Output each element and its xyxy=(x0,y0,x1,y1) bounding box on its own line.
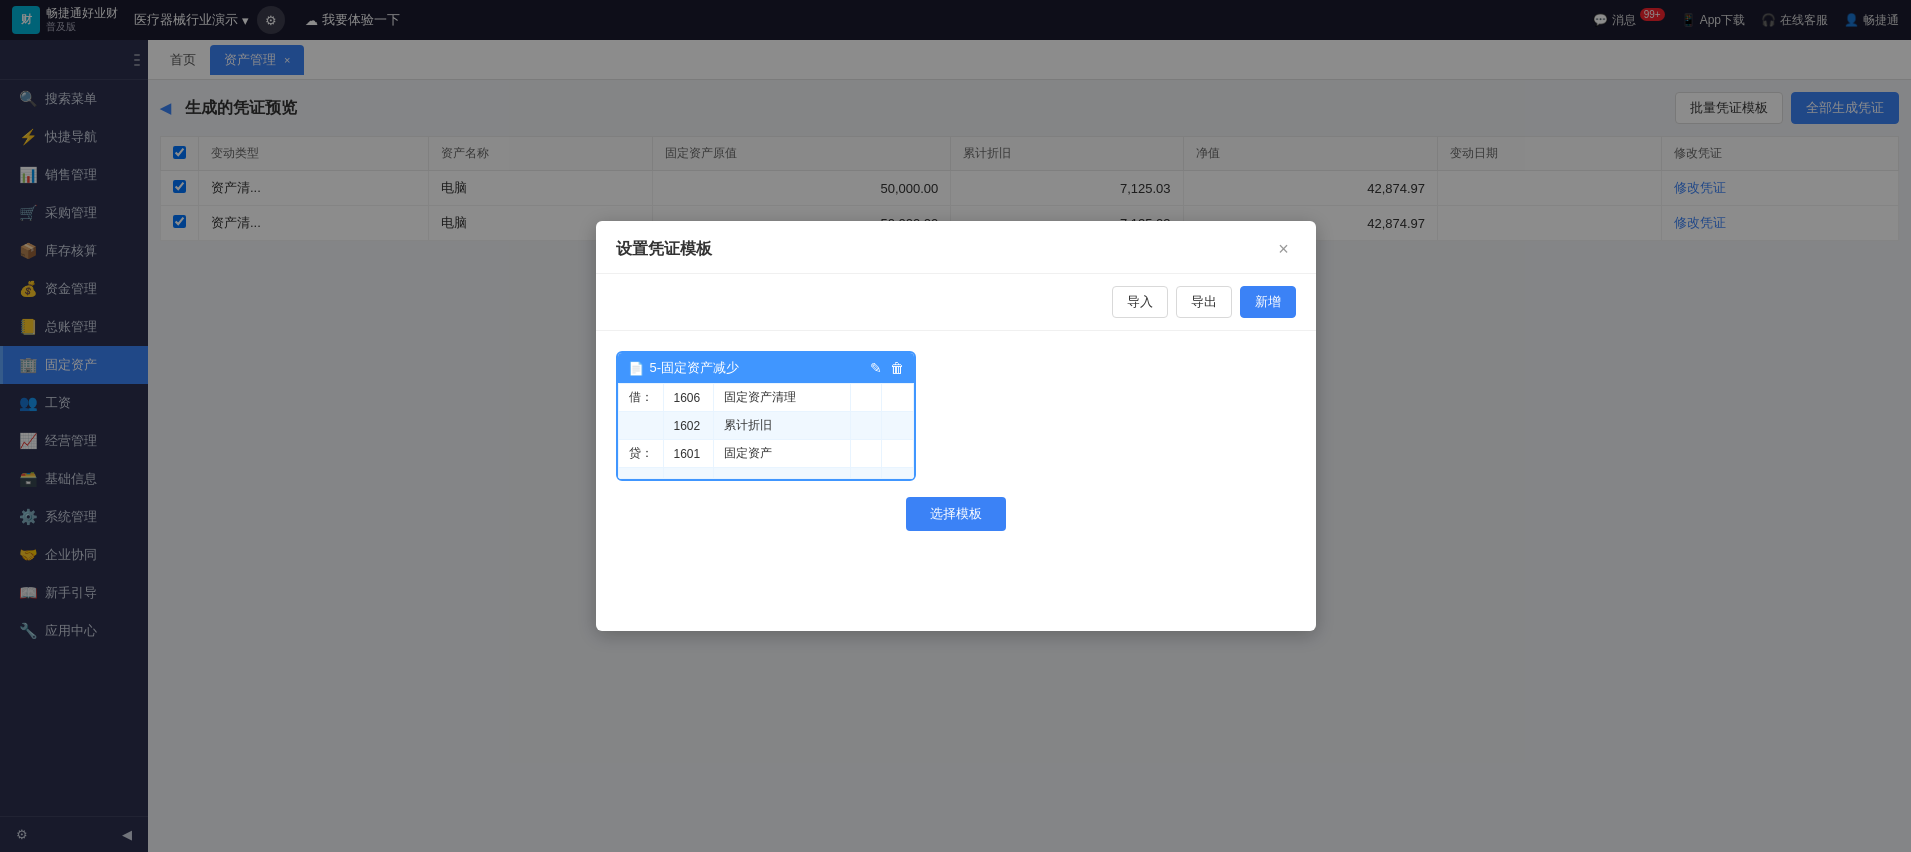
template-entry-empty xyxy=(618,468,913,479)
entry-code-2: 1602 xyxy=(663,412,713,440)
entry-name-3: 固定资产 xyxy=(713,440,851,468)
template-edit-icon[interactable]: ✎ xyxy=(870,360,882,376)
template-card-header: 📄 5-固定资产减少 ✎ 🗑 xyxy=(618,353,914,383)
entry-name-1: 固定资产清理 xyxy=(713,384,851,412)
template-entry-2: 1602 累计折旧 xyxy=(618,412,913,440)
entry-side-1: 借： xyxy=(618,384,663,412)
entry-name-2: 累计折旧 xyxy=(713,412,851,440)
select-template-button[interactable]: 选择模板 xyxy=(906,497,1006,531)
template-file-icon: 📄 xyxy=(628,361,644,376)
new-template-button[interactable]: 新增 xyxy=(1240,286,1296,318)
template-dialog: 设置凭证模板 × 导入 导出 新增 📄 5-固定资产减少 ✎ 🗑 xyxy=(596,221,1316,631)
template-card-body: 借： 1606 固定资产清理 1602 累计折旧 xyxy=(618,383,914,479)
dialog-toolbar: 导入 导出 新增 xyxy=(596,274,1316,331)
dialog-body: 📄 5-固定资产减少 ✎ 🗑 借： 1606 固 xyxy=(596,331,1316,631)
entry-extra-3 xyxy=(882,440,913,468)
entry-extra-2 xyxy=(882,412,913,440)
export-button[interactable]: 导出 xyxy=(1176,286,1232,318)
dialog-header: 设置凭证模板 × xyxy=(596,221,1316,274)
template-entry-3: 贷： 1601 固定资产 xyxy=(618,440,913,468)
template-delete-icon[interactable]: 🗑 xyxy=(890,360,904,376)
entry-code-1: 1606 xyxy=(663,384,713,412)
entry-amount-3 xyxy=(851,440,882,468)
entry-side-3: 贷： xyxy=(618,440,663,468)
template-card: 📄 5-固定资产减少 ✎ 🗑 借： 1606 固 xyxy=(616,351,916,481)
entry-extra-1 xyxy=(882,384,913,412)
entry-side-2 xyxy=(618,412,663,440)
import-button[interactable]: 导入 xyxy=(1112,286,1168,318)
entry-code-3: 1601 xyxy=(663,440,713,468)
dialog-close-button[interactable]: × xyxy=(1272,237,1296,261)
entry-amount-1 xyxy=(851,384,882,412)
dialog-title: 设置凭证模板 xyxy=(616,239,712,260)
template-entry-1: 借： 1606 固定资产清理 xyxy=(618,384,913,412)
template-name: 5-固定资产减少 xyxy=(650,359,740,377)
modal-overlay[interactable]: 设置凭证模板 × 导入 导出 新增 📄 5-固定资产减少 ✎ 🗑 xyxy=(0,0,1911,852)
entry-amount-2 xyxy=(851,412,882,440)
template-entries-table: 借： 1606 固定资产清理 1602 累计折旧 xyxy=(618,383,914,479)
